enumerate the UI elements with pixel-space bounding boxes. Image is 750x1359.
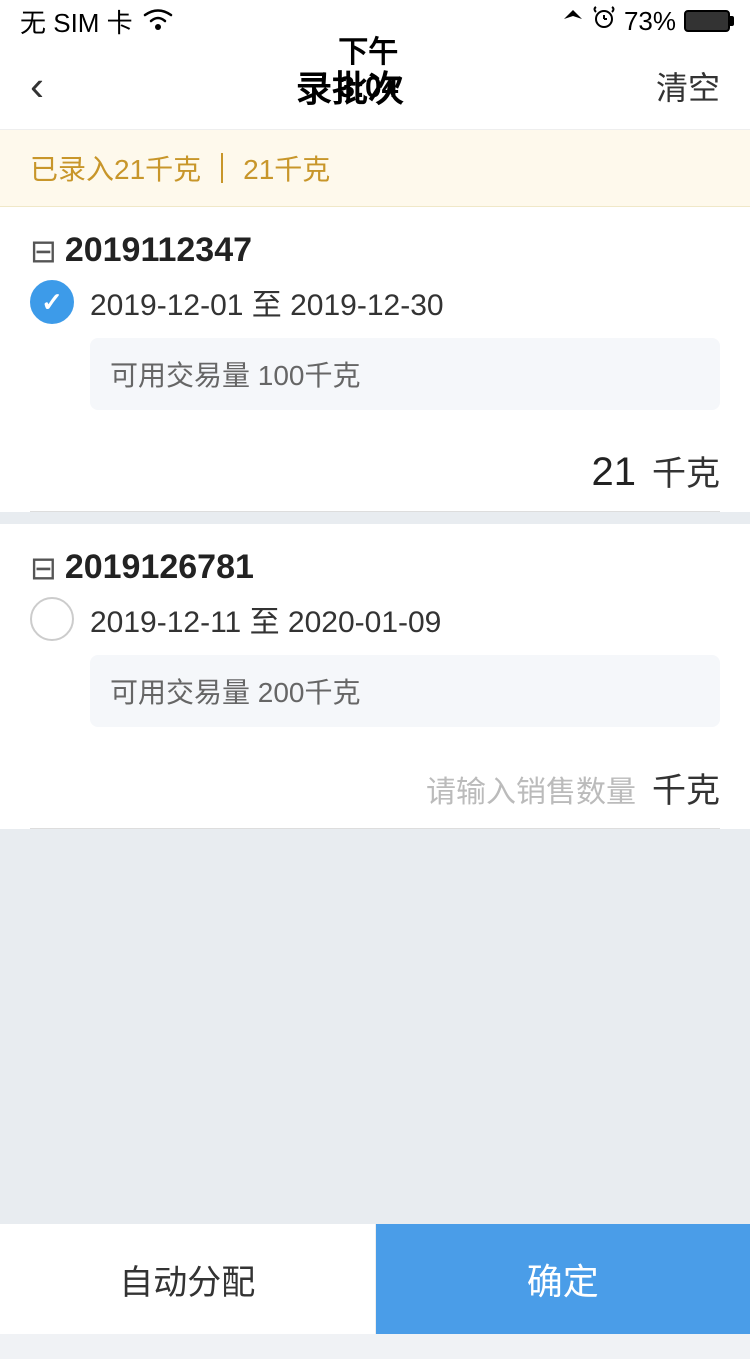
bottom-spacer bbox=[0, 829, 750, 1249]
batch-1-available: 可用交易量 100千克 bbox=[90, 338, 720, 410]
status-right: 73% bbox=[562, 6, 730, 37]
total-amount-label: 21千克 bbox=[243, 148, 330, 188]
batch-2-available: 可用交易量 200千克 bbox=[90, 655, 720, 727]
batch-item-2: ⊟ 2019126781 2019-12-11 至 2020-01-09 可用交… bbox=[0, 524, 750, 829]
battery-percentage: 73% bbox=[624, 6, 676, 37]
batch-2-amount-input-area: 请输入销售数量 千克 bbox=[426, 763, 720, 812]
footer: 自动分配 确定 bbox=[0, 1224, 750, 1334]
batch-2-radio[interactable] bbox=[30, 597, 74, 641]
batch-2-date: 2019-12-11 至 2020-01-09 bbox=[90, 597, 441, 641]
batch-1-id: 2019112347 bbox=[65, 231, 252, 270]
batch-item-1: ⊟ 2019112347 2019-12-01 至 2019-12-30 可用交… bbox=[0, 207, 750, 512]
status-bar: 无 SIM 卡 下午3:04 73% bbox=[0, 0, 750, 42]
batch-1-icon: ⊟ bbox=[30, 232, 57, 270]
batch-1-amount-value[interactable]: 21 bbox=[516, 450, 636, 495]
back-button[interactable]: ‹ bbox=[30, 65, 44, 107]
clear-button[interactable]: 清空 bbox=[656, 63, 720, 109]
batch-1-id-row: ⊟ 2019112347 bbox=[30, 231, 720, 270]
auto-distribute-label: 自动分配 bbox=[119, 1255, 255, 1304]
batch-2-input-placeholder[interactable]: 请输入销售数量 bbox=[426, 767, 636, 811]
batch-1-radio[interactable] bbox=[30, 280, 74, 324]
recorded-amount-label: 已录入21千克 bbox=[30, 148, 201, 188]
batch-2-date-row[interactable]: 2019-12-11 至 2020-01-09 bbox=[30, 597, 720, 641]
batch-item-2-inner: ⊟ 2019126781 2019-12-11 至 2020-01-09 可用交… bbox=[0, 524, 750, 747]
status-left: 无 SIM 卡 bbox=[20, 3, 175, 40]
batch-1-date: 2019-12-01 至 2019-12-30 bbox=[90, 280, 444, 324]
batch-1-unit: 千克 bbox=[652, 446, 720, 495]
wifi-icon bbox=[141, 5, 175, 38]
location-icon bbox=[562, 6, 584, 37]
batch-1-amount-input-area: 21 千克 bbox=[516, 446, 720, 495]
banner-divider bbox=[221, 153, 223, 183]
batch-1-date-row[interactable]: 2019-12-01 至 2019-12-30 bbox=[30, 280, 720, 324]
confirm-label: 确定 bbox=[527, 1253, 599, 1305]
page-content: ‹ 录批次 清空 已录入21千克 21千克 ⊟ 2019112347 2019-… bbox=[0, 42, 750, 1359]
auto-distribute-button[interactable]: 自动分配 bbox=[0, 1224, 376, 1334]
alarm-icon bbox=[592, 6, 616, 37]
confirm-button[interactable]: 确定 bbox=[376, 1224, 750, 1334]
section-divider bbox=[0, 512, 750, 524]
time-display: 下午3:04 bbox=[338, 27, 398, 105]
battery-icon bbox=[684, 10, 730, 32]
batch-2-id-row: ⊟ 2019126781 bbox=[30, 548, 720, 587]
batch-2-amount-row: 请输入销售数量 千克 bbox=[0, 747, 750, 828]
info-banner: 已录入21千克 21千克 bbox=[0, 130, 750, 207]
batch-2-unit: 千克 bbox=[652, 763, 720, 812]
carrier-text: 无 SIM 卡 bbox=[20, 3, 133, 40]
batch-2-icon: ⊟ bbox=[30, 549, 57, 587]
batch-item-1-inner: ⊟ 2019112347 2019-12-01 至 2019-12-30 可用交… bbox=[0, 207, 750, 430]
batch-1-amount-row: 21 千克 bbox=[0, 430, 750, 511]
batch-2-id: 2019126781 bbox=[65, 548, 254, 587]
